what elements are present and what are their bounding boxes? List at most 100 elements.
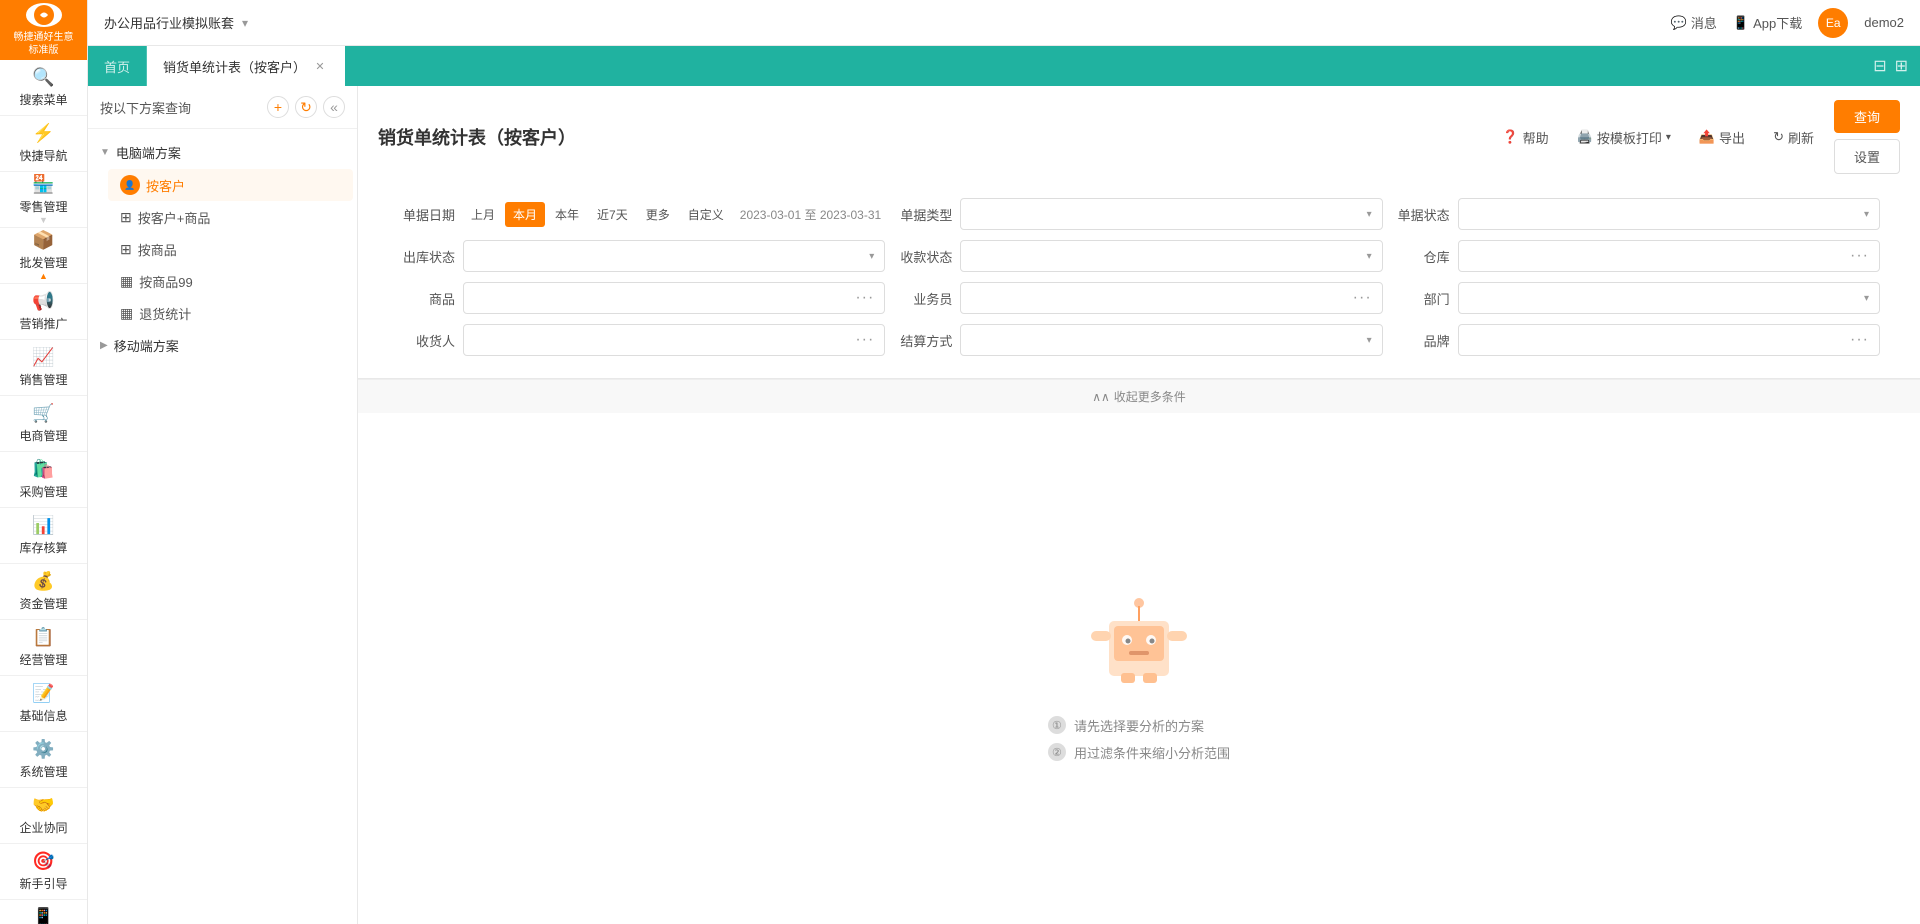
sys-mgmt-icon: ⚙️ <box>32 739 54 760</box>
receiver-field[interactable]: ··· <box>463 324 885 356</box>
tree-child-return-stat[interactable]: ▦ 退货统计 <box>108 298 353 329</box>
sidebar-item-enterprise[interactable]: 🤝 企业协同 <box>0 788 88 844</box>
doc-type-field[interactable]: ▾ <box>960 198 1382 230</box>
date-tab-custom[interactable]: 自定义 <box>680 202 732 227</box>
collapse-up-icon: ∧∧ <box>1092 390 1110 404</box>
message-btn[interactable]: 💬 消息 <box>1671 13 1717 32</box>
tree-child-by-customer[interactable]: 👤 按客户 <box>108 169 353 201</box>
sidebar-item-wholesale[interactable]: 📦 批发管理 ▲ <box>0 228 88 284</box>
app-download-btn[interactable]: 📱 App下载 <box>1733 13 1802 32</box>
help-icon: ❓ <box>1502 129 1518 145</box>
page-title-row: 销货单统计表（按客户） ❓ 帮助 🖨️ 按模板打印 ▾ 📤 <box>378 100 1900 174</box>
date-tab-last7[interactable]: 近7天 <box>589 202 636 227</box>
export-btn[interactable]: 📤 导出 <box>1691 124 1753 151</box>
date-tab-this-month[interactable]: 本月 <box>505 202 545 227</box>
sidebar-item-sys-mgmt[interactable]: ⚙️ 系统管理 <box>0 732 88 788</box>
collapse-left-icon: « <box>330 99 338 115</box>
mobile-group-header[interactable]: ▶ 移动端方案 <box>88 330 357 361</box>
brand-label: 品牌 <box>1393 331 1458 350</box>
setting-btn[interactable]: 设置 <box>1834 139 1900 174</box>
out-status-label: 出库状态 <box>398 247 463 266</box>
sidebar-item-search[interactable]: 🔍 搜索菜单 <box>0 60 88 116</box>
bar-icon-2: ▦ <box>120 305 133 322</box>
right-panel: 销货单统计表（按客户） ❓ 帮助 🖨️ 按模板打印 ▾ 📤 <box>358 86 1920 924</box>
goods-field[interactable]: ··· <box>463 282 885 314</box>
receipt-status-field[interactable]: ▾ <box>960 240 1382 272</box>
query-btn[interactable]: 查询 <box>1834 100 1900 133</box>
desktop-group-header[interactable]: ▼ 电脑端方案 <box>88 137 357 168</box>
sidebar-item-inventory[interactable]: 📊 库存核算 <box>0 508 88 564</box>
out-status-field[interactable]: ▾ <box>463 240 885 272</box>
help-label: 帮助 <box>1523 128 1549 147</box>
tip-num-1: ① <box>1048 716 1066 734</box>
brand-field[interactable]: ··· <box>1458 324 1880 356</box>
tree-expand-arrow: ▼ <box>100 147 110 158</box>
left-panel-title: 按以下方案查询 <box>100 98 191 117</box>
collapse-panel-btn[interactable]: « <box>323 96 345 118</box>
settle-field[interactable]: ▾ <box>960 324 1382 356</box>
user-avatar[interactable]: Ea <box>1818 8 1848 38</box>
grid-icon-1: ⊞ <box>120 209 132 226</box>
desktop-group-children: 👤 按客户 ⊞ 按客户+商品 ⊞ 按商品 <box>88 168 357 330</box>
sidebar-item-sales-mgmt[interactable]: 📈 销售管理 <box>0 340 88 396</box>
tree-child-by-goods-99[interactable]: ▦ 按商品99 <box>108 266 353 297</box>
goods-label: 商品 <box>398 289 463 308</box>
tab-home-label: 首页 <box>104 57 130 76</box>
sidebar-item-marketing[interactable]: 📢 营销推广 <box>0 284 88 340</box>
refresh-scheme-btn[interactable]: ↻ <box>295 96 317 118</box>
sidebar-item-finance[interactable]: 💰 资金管理 <box>0 564 88 620</box>
date-range-text: 2023-03-01 至 2023-03-31 <box>740 206 881 223</box>
sidebar-item-purchase[interactable]: 🛍️ 采购管理 <box>0 452 88 508</box>
doc-type-label: 单据类型 <box>895 205 960 224</box>
empty-state: ① 请先选择要分析的方案 ② 用过滤条件来缩小分析范围 <box>358 413 1920 924</box>
sidebar-item-basic-info[interactable]: 📝 基础信息 <box>0 676 88 732</box>
by-customer-goods-label: 按客户+商品 <box>138 208 211 227</box>
sidebar-item-shortcut[interactable]: ⚡ 快捷导航 <box>0 116 88 172</box>
by-goods-label: 按商品 <box>138 240 177 259</box>
doc-status-field[interactable]: ▾ <box>1458 198 1880 230</box>
refresh-btn[interactable]: ↻ 刷新 <box>1765 124 1822 151</box>
salesman-field[interactable]: ··· <box>960 282 1382 314</box>
sidebar-item-label: 零售管理 <box>19 198 67 215</box>
enterprise-icon: 🤝 <box>32 795 54 816</box>
out-status-filter-item: 出库状态 ▾ <box>398 240 885 272</box>
dots-goods: ··· <box>855 289 874 307</box>
settle-filter-item: 结算方式 ▾ <box>895 324 1382 356</box>
tab-home[interactable]: 首页 <box>88 46 147 86</box>
collapse-row[interactable]: ∧∧ 收起更多条件 <box>358 379 1920 413</box>
tip-text-1: 请先选择要分析的方案 <box>1074 716 1204 735</box>
expand-icon: ⊞ <box>1895 56 1908 76</box>
sidebar-item-label: 搜索菜单 <box>19 91 67 108</box>
sidebar-item-ecommerce[interactable]: 🛒 电商管理 <box>0 396 88 452</box>
tab-expand-btn[interactable]: ⊟ ⊞ <box>1861 46 1920 86</box>
tree-child-by-goods[interactable]: ⊞ 按商品 <box>108 234 353 265</box>
tab-sales-stat[interactable]: 销货单统计表（按客户） ✕ <box>147 46 345 86</box>
by-customer-label: 按客户 <box>146 176 185 195</box>
filter-row-4: 收货人 ··· 结算方式 ▾ 品牌 <box>398 324 1880 356</box>
filter-row-2: 出库状态 ▾ 收款状态 ▾ 仓库 <box>398 240 1880 272</box>
date-tab-this-year[interactable]: 本年 <box>547 202 587 227</box>
active-indicator: 👤 <box>120 175 140 195</box>
help-btn[interactable]: ❓ 帮助 <box>1494 124 1556 151</box>
print-btn[interactable]: 🖨️ 按模板打印 ▾ <box>1569 124 1679 151</box>
sidebar-item-new-guide[interactable]: 🎯 新手引导 <box>0 844 88 900</box>
sidebar-item-label: 资金管理 <box>19 595 67 612</box>
sidebar-item-label: 营销推广 <box>19 315 67 332</box>
sidebar-item-retail[interactable]: 🏪 零售管理 ▼ <box>0 172 88 228</box>
dept-field[interactable]: ▾ <box>1458 282 1880 314</box>
avatar-text: Ea <box>1826 16 1841 30</box>
app-name: 畅捷通好生意 标准版 <box>14 31 74 57</box>
tree-child-by-customer-goods[interactable]: ⊞ 按客户+商品 <box>108 202 353 233</box>
content: 按以下方案查询 + ↻ « ▼ 电脑端方案 <box>88 86 1920 924</box>
sales-icon: 📈 <box>32 347 54 368</box>
sidebar-item-app-center[interactable]: 📱 应用中心 <box>0 900 88 924</box>
warehouse-field[interactable]: ··· <box>1458 240 1880 272</box>
breadcrumb-text: 办公用品行业模拟账套 <box>104 13 234 32</box>
phone-icon: 📱 <box>1733 15 1749 31</box>
sidebar-item-operations[interactable]: 📋 经营管理 <box>0 620 88 676</box>
date-tab-last-month[interactable]: 上月 <box>463 202 503 227</box>
add-scheme-btn[interactable]: + <box>267 96 289 118</box>
tab-close-btn[interactable]: ✕ <box>312 58 328 74</box>
date-tab-more[interactable]: 更多 <box>638 202 678 227</box>
chevron-down-icon: ▼ <box>39 215 48 225</box>
